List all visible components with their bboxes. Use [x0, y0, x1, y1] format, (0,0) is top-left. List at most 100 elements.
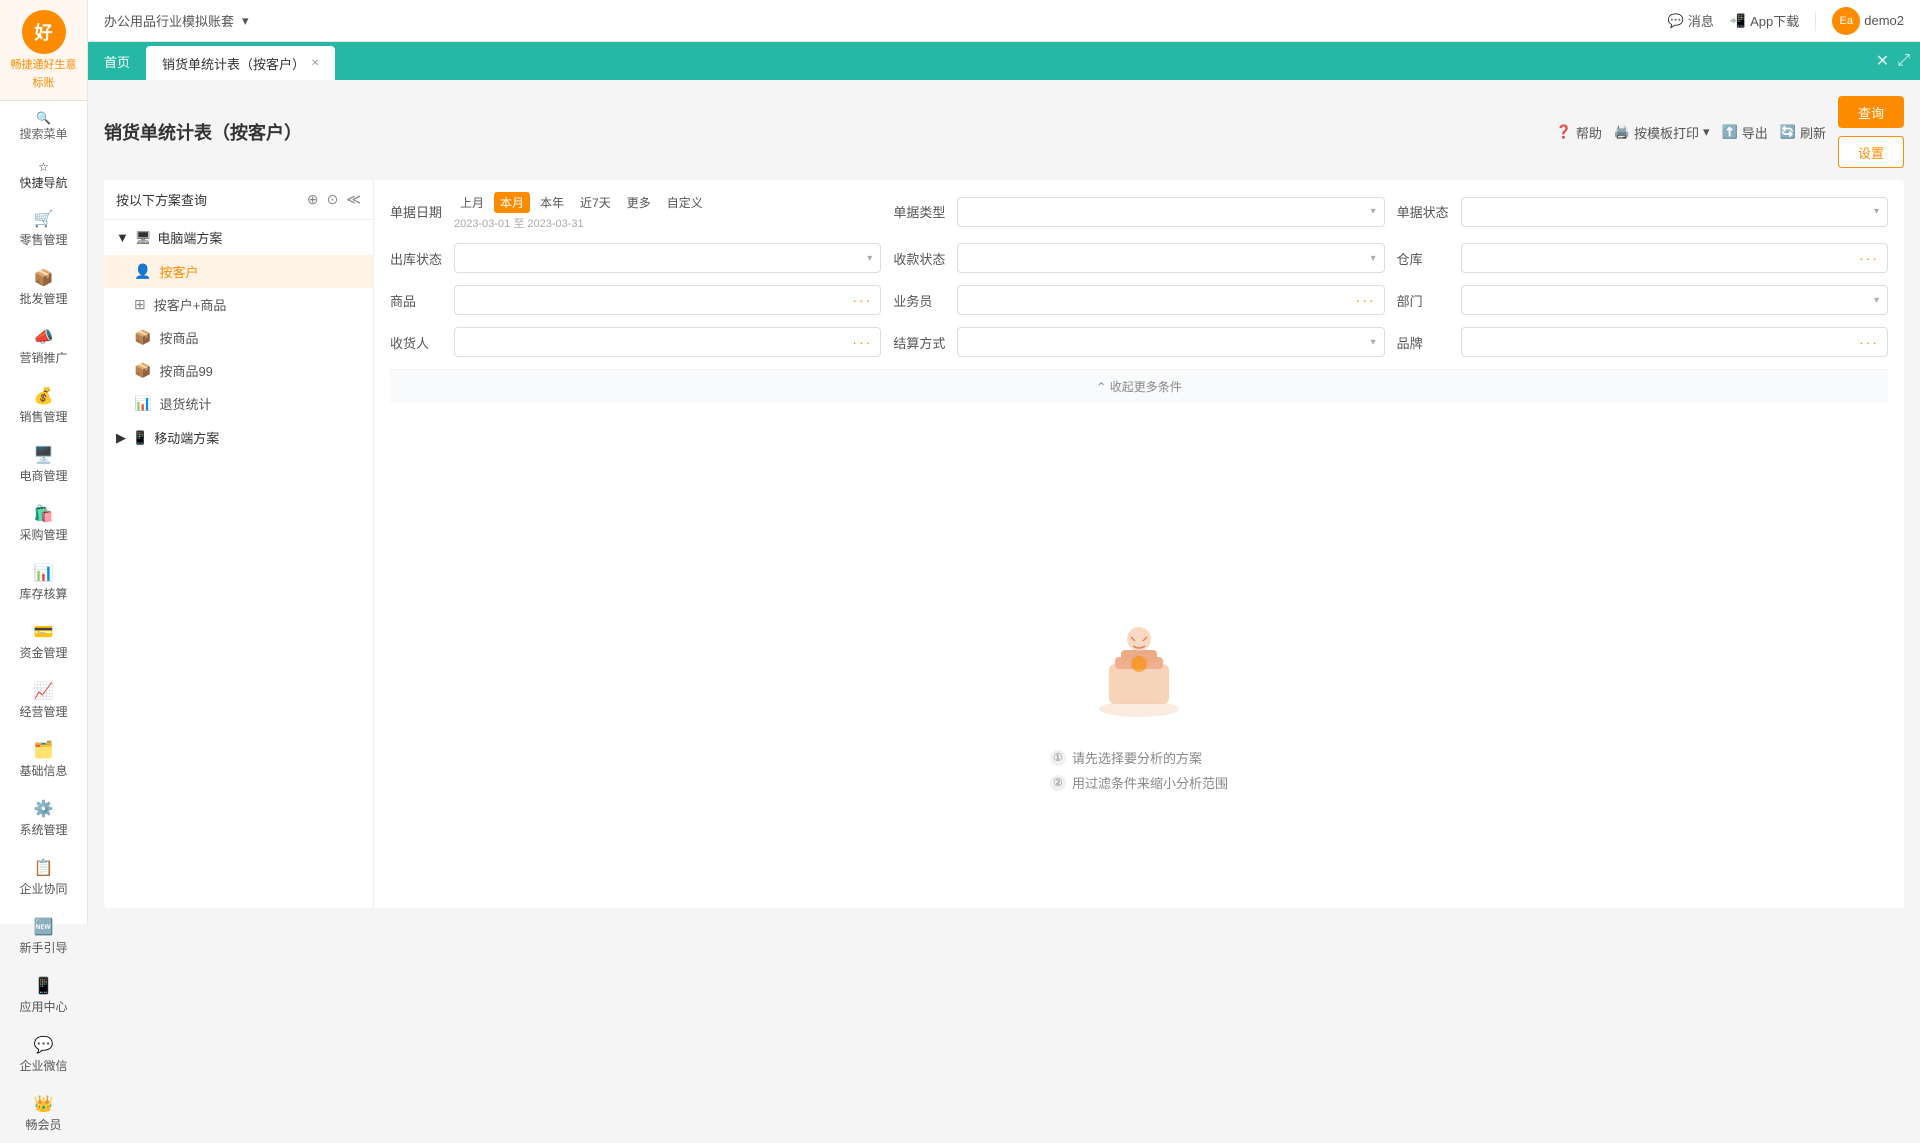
settings-btn[interactable]: 设置: [1838, 136, 1904, 168]
sales-icon: 💰: [34, 386, 54, 406]
header-divider: [1815, 11, 1816, 31]
dept-arrow: ▾: [1874, 295, 1879, 306]
brand-input[interactable]: ···: [1461, 327, 1888, 357]
wholesale-label: 批发管理: [19, 290, 67, 307]
filter-form: 单据日期 上月 本月 本年 近7天 更多 自定义 20: [374, 180, 1904, 496]
sidebar-item-basic[interactable]: 🗂️ 基础信息: [0, 730, 87, 789]
warehouse-input[interactable]: ···: [1461, 243, 1888, 273]
scheme-item-by-goods-99[interactable]: 📦 按商品99: [104, 354, 373, 387]
filter-goods: 商品 ···: [390, 285, 881, 315]
receipt-status-input[interactable]: ▾: [957, 243, 1384, 273]
operation-label: 经营管理: [19, 703, 67, 720]
filter-salesman: 业务员 ···: [893, 285, 1384, 315]
warehouse-dots: ···: [1859, 250, 1879, 266]
date-tab-last-month[interactable]: 上月: [454, 192, 490, 213]
export-icon: ⬆️: [1722, 124, 1738, 140]
date-tab-7days[interactable]: 近7天: [574, 192, 617, 213]
workspace-selector[interactable]: 办公用品行业模拟账套 ▾: [104, 11, 249, 30]
scheme-item-by-goods[interactable]: 📦 按商品: [104, 321, 373, 354]
export-btn[interactable]: ⬆️ 导出: [1722, 123, 1768, 142]
query-btn[interactable]: 查询: [1838, 96, 1904, 128]
sidebar-item-wechat[interactable]: 💬 企业微信: [0, 1025, 87, 1084]
doc-status-input[interactable]: ▾: [1461, 197, 1888, 227]
scheme-group-mobile-header[interactable]: ▶ 📱 移动端方案: [104, 420, 373, 455]
date-value: 2023-03-01 至 2023-03-31: [454, 215, 881, 231]
window-close-icon[interactable]: ✕: [1876, 51, 1889, 71]
by-goods-icon: 📦: [134, 329, 151, 346]
sidebar-quick-nav[interactable]: ☆ 快捷导航: [0, 152, 87, 199]
collapse-icon: ⌃: [1096, 380, 1106, 394]
goods-input[interactable]: ···: [454, 285, 881, 315]
sidebar-item-wholesale[interactable]: 📦 批发管理: [0, 258, 87, 317]
finance-icon: 💳: [34, 622, 54, 642]
page-actions: ❓ 帮助 🖨️ 按模板打印 ▾ ⬆️ 导出 🔄 刷新 查询: [1556, 96, 1904, 168]
filter-brand: 品牌 ···: [1397, 327, 1888, 357]
sidebar-item-app-center[interactable]: 📱 应用中心: [0, 966, 87, 1025]
sidebar-item-operation[interactable]: 📈 经营管理: [0, 671, 87, 730]
wechat-icon: 💬: [34, 1035, 54, 1055]
tab-close-btn[interactable]: ✕: [311, 58, 319, 69]
date-tab-custom[interactable]: 自定义: [661, 192, 709, 213]
tab-sales-stat[interactable]: 销货单统计表（按客户） ✕: [146, 46, 335, 80]
scheme-group-desktop-header[interactable]: ▼ 🖥 电脑端方案: [104, 220, 373, 255]
receiver-input[interactable]: ···: [454, 327, 881, 357]
user-profile-btn[interactable]: Ea demo2: [1832, 7, 1904, 35]
return-stat-icon: 📊: [134, 395, 151, 412]
sidebar-item-sales[interactable]: 💰 销售管理: [0, 376, 87, 435]
receiver-label: 收货人: [390, 333, 446, 352]
scheme-item-by-customer[interactable]: 👤 按客户: [104, 255, 373, 288]
sidebar-item-contract[interactable]: 📋 企业协同: [0, 848, 87, 907]
sidebar-item-purchase[interactable]: 🛍️ 采购管理: [0, 494, 87, 553]
date-tab-this-year[interactable]: 本年: [534, 192, 570, 213]
contract-label: 企业协同: [19, 880, 67, 897]
scheme-item-by-customer-goods[interactable]: ⊞ 按客户+商品: [104, 288, 373, 321]
sidebar-item-finance[interactable]: 💳 资金管理: [0, 612, 87, 671]
settle-input[interactable]: ▾: [957, 327, 1384, 357]
salesman-label: 业务员: [893, 291, 949, 310]
salesman-input[interactable]: ···: [957, 285, 1384, 315]
out-status-input[interactable]: ▾: [454, 243, 881, 273]
sidebar-item-ecommerce[interactable]: 🖥️ 电商管理: [0, 435, 87, 494]
app-download-btn[interactable]: 📲 App下载: [1730, 11, 1799, 30]
tab-home[interactable]: 首页: [88, 42, 146, 80]
finance-label: 资金管理: [19, 644, 67, 661]
split-layout: 按以下方案查询 ⊕ ⊙ ≪ ▼ 🖥 电脑端方案 👤: [104, 180, 1904, 908]
window-maximize-icon[interactable]: ⤢: [1897, 52, 1910, 70]
page-title-bar: 销货单统计表（按客户） ❓ 帮助 🖨️ 按模板打印 ▾ ⬆️ 导出 🔄 刷新: [104, 96, 1904, 168]
export-label: 导出: [1742, 123, 1768, 142]
brand-dots: ···: [1859, 334, 1879, 350]
by-customer-label: 按客户: [159, 262, 198, 281]
empty-illustration: [1079, 609, 1199, 729]
date-tab-more[interactable]: 更多: [621, 192, 657, 213]
sidebar-item-retail[interactable]: 🛒 零售管理: [0, 199, 87, 258]
scheme-group-desktop: ▼ 🖥 电脑端方案 👤 按客户 ⊞ 按客户+商品 📦 按商品: [104, 220, 373, 420]
sidebar-item-guide[interactable]: 🆕 新手引导: [0, 907, 87, 966]
print-btn[interactable]: 🖨️ 按模板打印 ▾: [1614, 123, 1710, 142]
sidebar-item-inventory[interactable]: 📊 库存核算: [0, 553, 87, 612]
tab-home-label: 首页: [104, 52, 130, 71]
guide-icon: 🆕: [34, 917, 54, 937]
date-tab-this-month[interactable]: 本月: [494, 192, 530, 213]
refresh-btn[interactable]: 🔄 刷新: [1780, 123, 1826, 142]
dept-input[interactable]: ▾: [1461, 285, 1888, 315]
hint-1: 请先选择要分析的方案: [1050, 745, 1228, 770]
scheme-collapse-icon[interactable]: ≪: [346, 191, 361, 208]
scheme-add-icon[interactable]: ⊕: [307, 191, 319, 208]
member-icon: 👑: [34, 1094, 54, 1114]
doc-type-input[interactable]: ▾: [957, 197, 1384, 227]
doc-status-arrow: ▾: [1874, 206, 1879, 217]
collapse-bar[interactable]: ⌃ 收起更多条件: [390, 369, 1888, 403]
sidebar-item-member[interactable]: 👑 畅会员: [0, 1084, 87, 1143]
refresh-label: 刷新: [1800, 123, 1826, 142]
sidebar-item-system[interactable]: ⚙️ 系统管理: [0, 789, 87, 848]
message-label: 消息: [1688, 11, 1714, 30]
sidebar-search[interactable]: 🔍 搜索菜单: [0, 101, 87, 152]
mobile-expand-icon: ▶: [116, 430, 126, 446]
scheme-item-return-stat[interactable]: 📊 退货统计: [104, 387, 373, 420]
help-btn[interactable]: ❓ 帮助: [1556, 123, 1602, 142]
brand-label: 品牌: [1397, 333, 1453, 352]
scheme-settings-icon[interactable]: ⊙: [327, 191, 339, 208]
filter-dept: 部门 ▾: [1397, 285, 1888, 315]
sidebar-item-marketing[interactable]: 📣 营销推广: [0, 317, 87, 376]
message-btn[interactable]: 💬 消息: [1668, 11, 1714, 30]
